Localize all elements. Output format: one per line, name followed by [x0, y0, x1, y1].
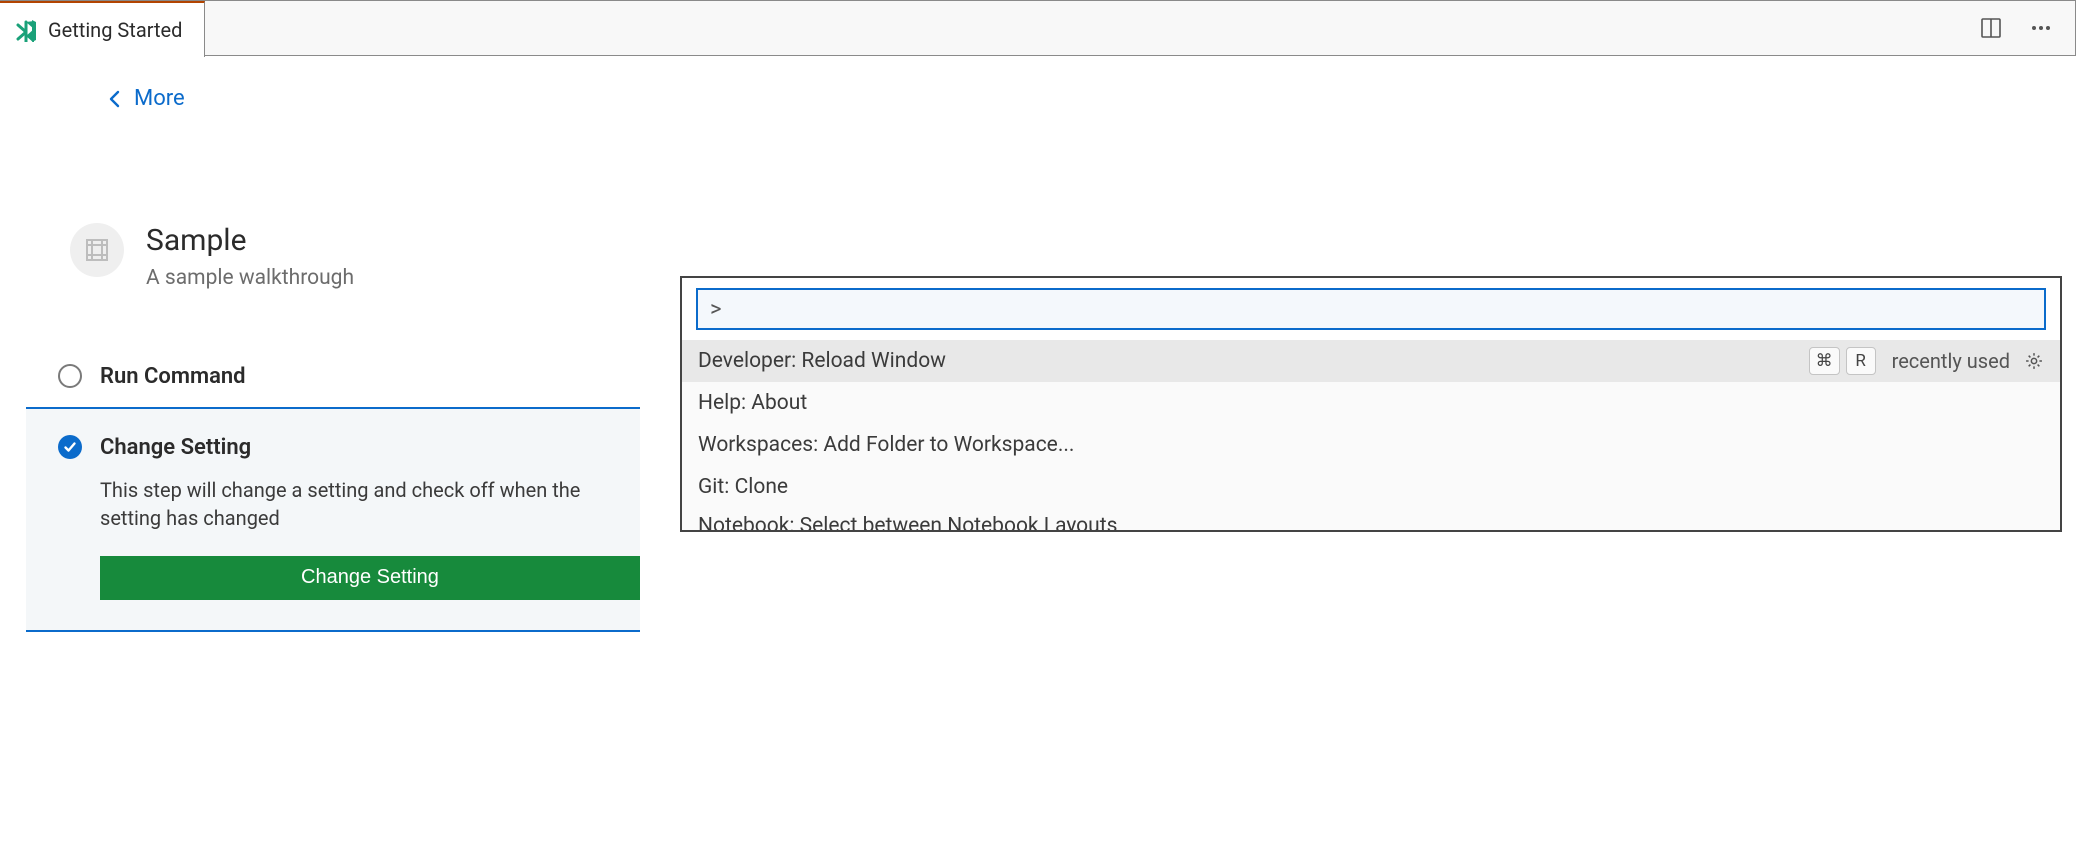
- split-editor-icon[interactable]: [1977, 14, 2005, 42]
- walkthrough-subtitle: A sample walkthrough: [146, 266, 354, 290]
- palette-item-label: Notebook: Select between Notebook Layout…: [698, 514, 1117, 530]
- tab-title: Getting Started: [48, 18, 182, 42]
- step-change-setting[interactable]: Change Setting This step will change a s…: [26, 407, 640, 632]
- more-link-label: More: [134, 86, 185, 111]
- walkthrough-icon: [70, 223, 124, 277]
- palette-item-reload-window[interactable]: Developer: Reload Window ⌘ R recently us…: [682, 340, 2060, 382]
- palette-item-help-about[interactable]: Help: About: [682, 382, 2060, 424]
- key-r: R: [1846, 347, 1876, 375]
- walkthrough-title: Sample: [146, 223, 354, 258]
- change-setting-button[interactable]: Change Setting: [100, 556, 640, 600]
- preview-panel: Developer: Reload Window ⌘ R recently us…: [640, 56, 2076, 632]
- chevron-left-icon: [108, 89, 122, 109]
- palette-item-label: Developer: Reload Window: [698, 349, 946, 373]
- palette-item-add-folder[interactable]: Workspaces: Add Folder to Workspace...: [682, 424, 2060, 466]
- palette-hint: recently used: [1892, 349, 2010, 373]
- tab-getting-started[interactable]: Getting Started: [0, 1, 205, 57]
- command-palette: Developer: Reload Window ⌘ R recently us…: [680, 276, 2062, 532]
- vscode-icon: [14, 18, 38, 42]
- palette-item-label: Workspaces: Add Folder to Workspace...: [698, 433, 1074, 457]
- step-title: Change Setting: [100, 435, 251, 460]
- command-palette-input[interactable]: [696, 288, 2046, 330]
- palette-item-label: Git: Clone: [698, 475, 788, 499]
- step-description: This step will change a setting and chec…: [100, 476, 610, 532]
- walkthrough-header: Sample A sample walkthrough: [0, 223, 640, 290]
- tab-bar-actions: [1977, 1, 2075, 55]
- step-run-command[interactable]: Run Command: [0, 346, 640, 407]
- step-unchecked-icon: [58, 364, 82, 388]
- more-actions-icon[interactable]: [2027, 14, 2055, 42]
- command-palette-list: Developer: Reload Window ⌘ R recently us…: [682, 340, 2060, 530]
- walkthrough-panel: More Sample A sample wal: [0, 56, 640, 632]
- content: More Sample A sample wal: [0, 56, 2076, 632]
- step-checked-icon: [58, 435, 82, 459]
- walkthrough-titles: Sample A sample walkthrough: [146, 223, 354, 290]
- steps-list: Run Command Change Setting This step wil…: [0, 346, 640, 632]
- palette-item-notebook-layouts[interactable]: Notebook: Select between Notebook Layout…: [682, 508, 2060, 530]
- tab-bar: Getting Started: [0, 0, 2076, 56]
- gear-icon[interactable]: [2024, 351, 2044, 371]
- key-cmd: ⌘: [1809, 347, 1840, 375]
- step-title: Run Command: [100, 364, 246, 389]
- palette-item-git-clone[interactable]: Git: Clone: [682, 466, 2060, 508]
- back-more-link[interactable]: More: [0, 86, 185, 111]
- palette-item-label: Help: About: [698, 391, 807, 415]
